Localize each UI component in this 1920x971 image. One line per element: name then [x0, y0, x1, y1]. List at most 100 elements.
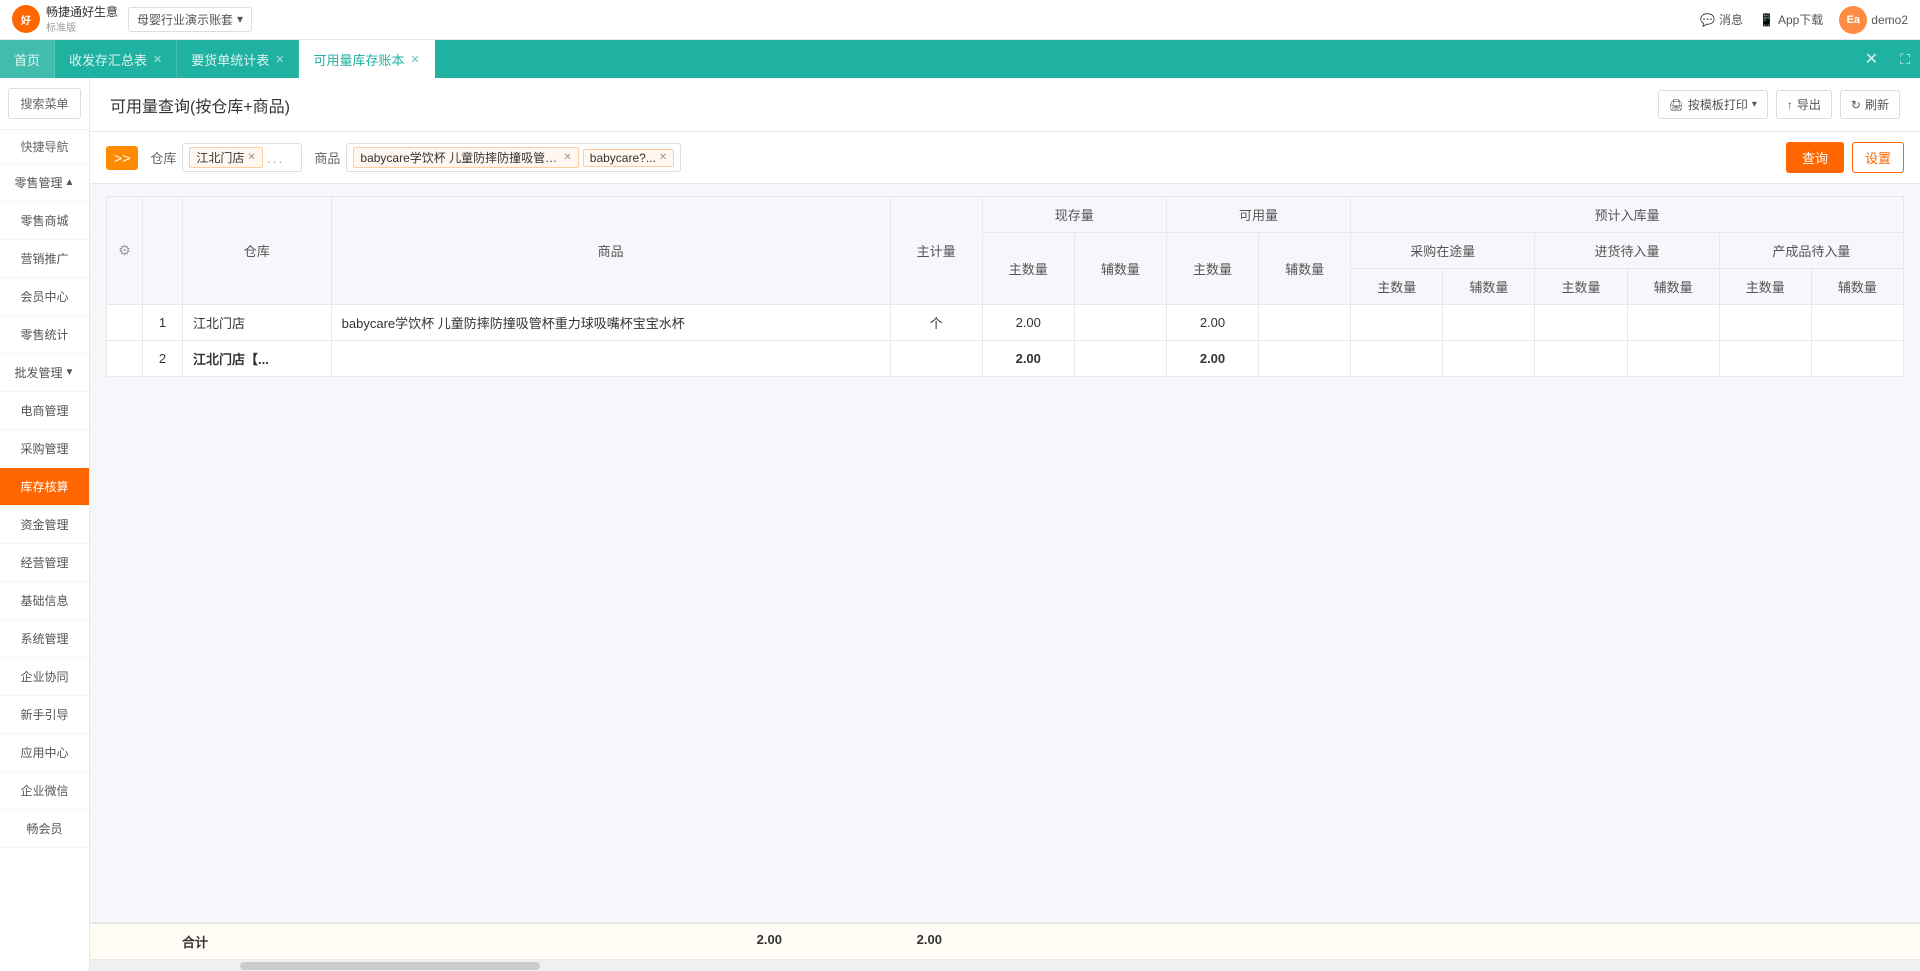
row2-prod-main: [1719, 341, 1811, 377]
close-tab-order[interactable]: ✕: [275, 53, 284, 66]
query-button[interactable]: 查询: [1786, 142, 1844, 173]
app-icon: 📱: [1759, 13, 1774, 27]
th-settings: ⚙: [107, 197, 143, 305]
tab-home[interactable]: 首页: [0, 40, 55, 78]
th-prod-aux: 辅数量: [1811, 269, 1903, 305]
refresh-button[interactable]: ↻ 刷新: [1840, 90, 1900, 119]
close-tab-available[interactable]: ✕: [411, 53, 420, 66]
sidebar-item-app-center[interactable]: 应用中心: [0, 734, 89, 772]
app-download-action[interactable]: 📱 App下载: [1759, 11, 1823, 28]
th-available-group: 可用量: [1166, 197, 1350, 233]
close-all-tabs[interactable]: ✕: [1853, 40, 1890, 78]
th-production-pending: 产成品待入量: [1719, 233, 1903, 269]
export-icon: ↑: [1787, 98, 1793, 112]
sidebar-label-enterprise-collab: 企业协同: [20, 668, 68, 685]
horizontal-scrollbar[interactable]: [90, 959, 1920, 971]
sidebar-item-enterprise-wechat[interactable]: 企业微信: [0, 772, 89, 810]
th-product: 商品: [331, 197, 890, 305]
th-purchase-main: 主数量: [1351, 269, 1443, 305]
th-current-aux: 辅数量: [1074, 233, 1166, 305]
warehouse-tag-close[interactable]: ✕: [247, 152, 255, 163]
sidebar-item-enterprise-collab[interactable]: 企业协同: [0, 658, 89, 696]
summary-label: 合计: [182, 932, 262, 951]
product-tags-input[interactable]: babycare学饮杯 儿童防摔防撞吸管杯重力球吸嘴杯宝宝水杯 ✕ babyca…: [346, 143, 681, 172]
product-tag-close-1[interactable]: ✕: [563, 152, 571, 163]
footer-inner: 合计 2.00 2.00: [106, 932, 1904, 951]
brand: 好 畅捷通好生意 标准版: [12, 5, 118, 34]
sidebar-label-member-center: 会员中心: [20, 288, 68, 305]
nav-tabs: 首页 收发存汇总表 ✕ 要货单统计表 ✕ 可用量库存账本 ✕ ✕ ⛶: [0, 40, 1920, 78]
tab-available-stock[interactable]: 可用量库存账本 ✕: [299, 40, 434, 78]
tab-order-stats[interactable]: 要货单统计表 ✕: [177, 40, 299, 78]
row2-product: [331, 341, 890, 377]
product-tag-babycare2: babycare?... ✕: [583, 149, 674, 167]
row2-purchase-main: [1351, 341, 1443, 377]
sidebar-item-basic-info[interactable]: 基础信息: [0, 582, 89, 620]
row1-warehouse: 江北门店: [183, 305, 332, 341]
brand-logo: 好: [12, 5, 40, 33]
sidebar-item-finance[interactable]: 资金管理: [0, 506, 89, 544]
sidebar-item-wholesale[interactable]: 批发管理 ▼: [0, 354, 89, 392]
sidebar-label-finance: 资金管理: [20, 516, 68, 533]
close-tab-receipt[interactable]: ✕: [153, 53, 162, 66]
product-tag-label: babycare学饮杯 儿童防摔防撞吸管杯重力球吸嘴杯宝宝水杯: [360, 149, 560, 166]
row1-num: 1: [143, 305, 183, 341]
row2-available-main: 2.00: [1166, 341, 1258, 377]
settings-button[interactable]: 设置: [1852, 142, 1904, 173]
sidebar-label-basic-info: 基础信息: [20, 592, 68, 609]
expand-tabs[interactable]: ⛶: [1890, 40, 1920, 78]
sidebar-item-member-center[interactable]: 会员中心: [0, 278, 89, 316]
chevron-icon-2: ▼: [65, 367, 75, 378]
sidebar-item-new-guide[interactable]: 新手引导: [0, 696, 89, 734]
message-icon: 💬: [1700, 13, 1715, 27]
product-tag-babycare: babycare学饮杯 儿童防摔防撞吸管杯重力球吸嘴杯宝宝水杯 ✕: [353, 147, 578, 168]
sidebar-item-sys-mgmt[interactable]: 系统管理: [0, 620, 89, 658]
sidebar-item-operations[interactable]: 经营管理: [0, 544, 89, 582]
th-current-main: 主数量: [982, 233, 1074, 305]
main-layout: 搜索菜单 快捷导航 零售管理 ▲ 零售商城 营销推广 会员中心 零售统计 批发管…: [0, 78, 1920, 971]
warehouse-more-ellipsis[interactable]: ...: [267, 150, 285, 166]
product-tag-close-2[interactable]: ✕: [659, 152, 667, 163]
sidebar-label-wholesale: 批发管理: [15, 364, 63, 381]
product-tag-label2: babycare?...: [590, 151, 656, 165]
sidebar-label-app-center: 应用中心: [20, 744, 68, 761]
export-button[interactable]: ↑ 导出: [1776, 90, 1832, 119]
sidebar-item-inventory[interactable]: 库存核算: [0, 468, 89, 506]
sidebar-item-retail-mgmt[interactable]: 零售管理 ▲: [0, 164, 89, 202]
sidebar-item-member[interactable]: 畅会员: [0, 810, 89, 848]
export-label: 导出: [1797, 96, 1821, 113]
page-title: 可用量查询(按仓库+商品): [110, 93, 290, 117]
sidebar-label-marketing: 营销推广: [20, 250, 68, 267]
sidebar-item-ecommerce[interactable]: 电商管理: [0, 392, 89, 430]
sidebar-item-retail-stats[interactable]: 零售统计: [0, 316, 89, 354]
row1-settings: [107, 305, 143, 341]
th-purchase-in-transit: 采购在途量: [1351, 233, 1535, 269]
industry-selector[interactable]: 母婴行业演示账套 ▾: [128, 7, 252, 32]
scroll-thumb[interactable]: [240, 962, 540, 970]
chevron-icon: ▲: [65, 177, 75, 188]
sidebar: 搜索菜单 快捷导航 零售管理 ▲ 零售商城 营销推广 会员中心 零售统计 批发管…: [0, 78, 90, 971]
row1-purchase-aux: [1443, 305, 1535, 341]
industry-label: 母婴行业演示账套: [137, 11, 233, 28]
row1-inbound-main: [1535, 305, 1627, 341]
message-action[interactable]: 💬 消息: [1700, 11, 1743, 28]
quick-nav-button[interactable]: 快捷导航: [0, 130, 89, 164]
template-print-button[interactable]: 🖨 按模板打印 ▾: [1658, 90, 1768, 119]
row2-inbound-main: [1535, 341, 1627, 377]
th-prod-main: 主数量: [1719, 269, 1811, 305]
row2-current-aux: [1074, 341, 1166, 377]
table-settings-gear[interactable]: ⚙: [118, 242, 131, 258]
sidebar-item-marketing[interactable]: 营销推广: [0, 240, 89, 278]
sidebar-label-sys-mgmt: 系统管理: [20, 630, 68, 647]
warehouse-tags-input[interactable]: 江北门店 ✕ ...: [182, 143, 302, 172]
sidebar-item-retail-mall[interactable]: 零售商城: [0, 202, 89, 240]
tab-receipt-summary[interactable]: 收发存汇总表 ✕: [55, 40, 177, 78]
sidebar-item-purchase[interactable]: 采购管理: [0, 430, 89, 468]
user-profile[interactable]: Ea demo2: [1839, 6, 1908, 34]
sidebar-label-ecommerce: 电商管理: [20, 402, 68, 419]
row2-available-aux: [1259, 341, 1351, 377]
filter-toggle-button[interactable]: >>: [106, 146, 138, 170]
product-filter-label: 商品: [314, 148, 340, 167]
search-menu-button[interactable]: 搜索菜单: [8, 88, 81, 119]
top-bar-left: 好 畅捷通好生意 标准版 母婴行业演示账套 ▾: [12, 5, 252, 34]
